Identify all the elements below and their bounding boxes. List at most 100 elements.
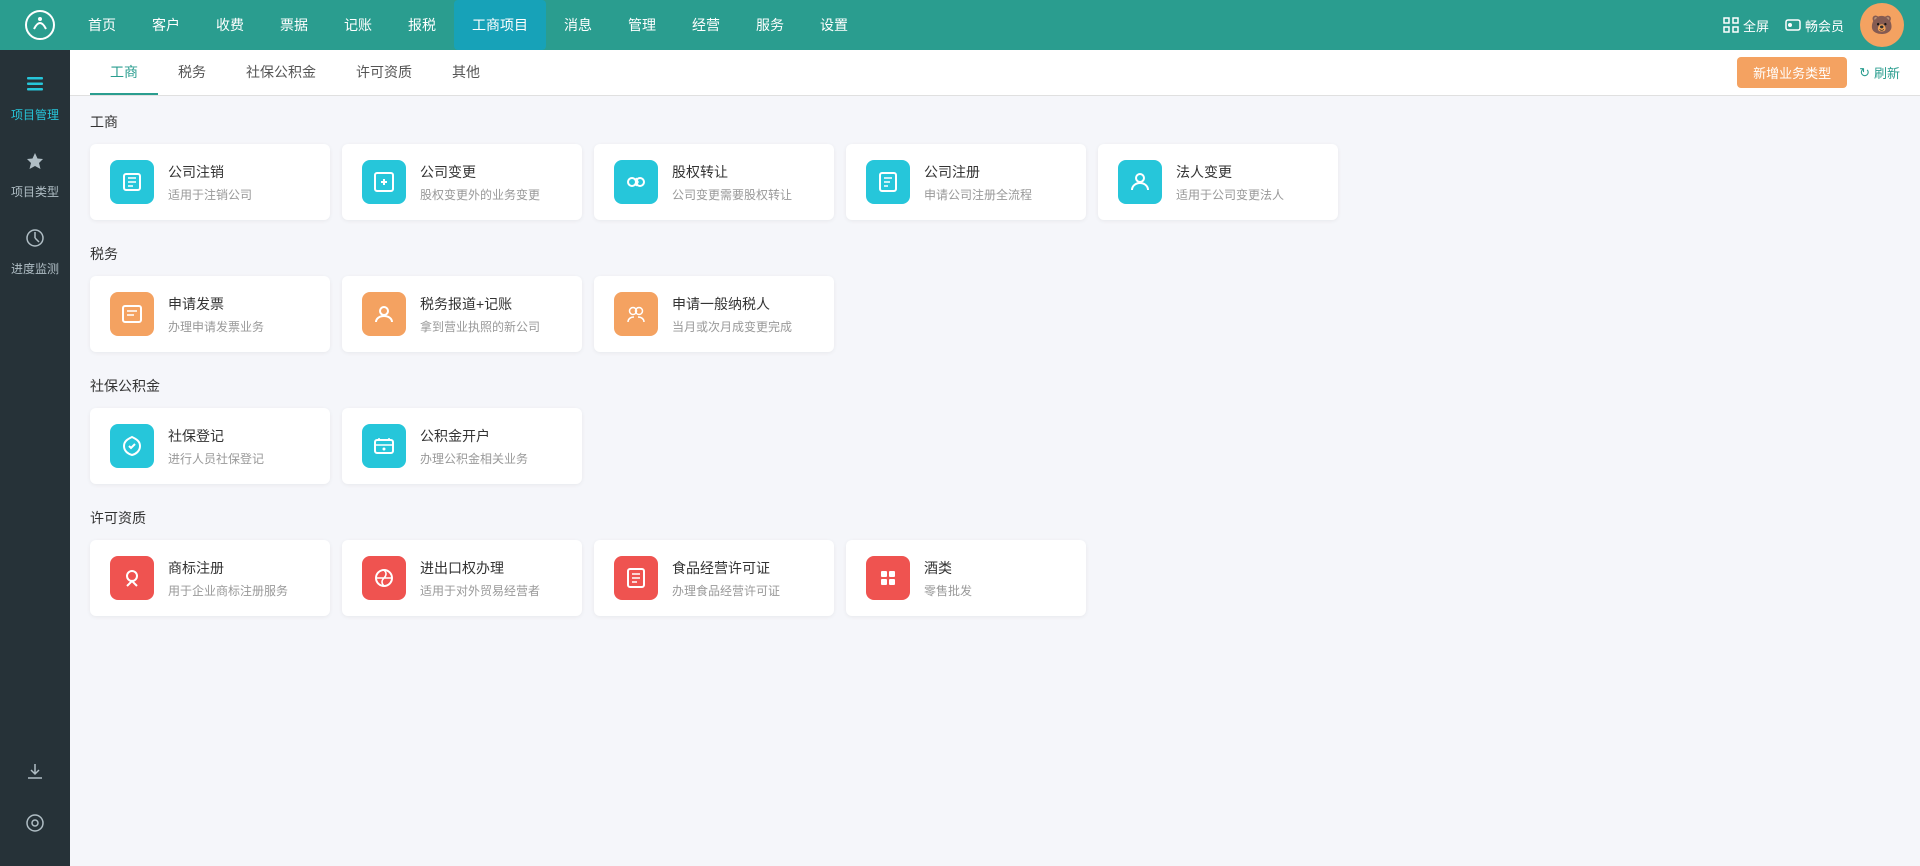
logo <box>10 0 70 50</box>
card-icon-provident-fund <box>362 424 406 468</box>
sidebar-bottom <box>0 748 70 866</box>
card-title-company-register: 公司注册 <box>924 162 1032 182</box>
refresh-icon: ↻ <box>1859 65 1870 81</box>
nav-client[interactable]: 客户 <box>134 0 198 50</box>
card-trademark[interactable]: 商标注册 用于企业商标注册服务 <box>90 540 330 616</box>
card-import-export[interactable]: 进出口权办理 适用于对外贸易经营者 <box>342 540 582 616</box>
card-title-social-insurance: 社保登记 <box>168 426 264 446</box>
card-info-tax-report: 税务报道+记账 拿到营业执照的新公司 <box>420 294 540 335</box>
mascot-avatar: 🐻 <box>1860 3 1904 47</box>
card-desc-company-cancel: 适用于注销公司 <box>168 186 252 203</box>
card-general-taxpayer[interactable]: 申请一般纳税人 当月或次月成变更完成 <box>594 276 834 352</box>
section-title-shuiwu: 税务 <box>90 244 1900 264</box>
card-desc-legal-change: 适用于公司变更法人 <box>1176 186 1284 203</box>
card-desc-provident-fund: 办理公积金相关业务 <box>420 450 528 467</box>
card-title-apply-invoice: 申请发票 <box>168 294 264 314</box>
card-info-company-cancel: 公司注销 适用于注销公司 <box>168 162 252 203</box>
member-button[interactable]: 畅会员 <box>1785 16 1844 35</box>
progress-icon <box>25 228 45 254</box>
nav-invoice[interactable]: 票据 <box>262 0 326 50</box>
list-icon <box>25 74 45 100</box>
nav-home[interactable]: 首页 <box>70 0 134 50</box>
card-social-insurance[interactable]: 社保登记 进行人员社保登记 <box>90 408 330 484</box>
section-gongshang: 工商 公司注销 适用于注销公司 <box>90 112 1900 220</box>
card-alcohol[interactable]: 酒类 零售批发 <box>846 540 1086 616</box>
card-legal-change[interactable]: 法人变更 适用于公司变更法人 <box>1098 144 1338 220</box>
card-desc-food-license: 办理食品经营许可证 <box>672 582 780 599</box>
top-navigation: 首页 客户 收费 票据 记账 报税 工商项目 消息 管理 经营 服务 设置 全屏… <box>0 0 1920 50</box>
card-equity-transfer[interactable]: 股权转让 公司变更需要股权转让 <box>594 144 834 220</box>
card-icon-legal-change <box>1118 160 1162 204</box>
nav-service[interactable]: 服务 <box>738 0 802 50</box>
card-icon-equity-transfer <box>614 160 658 204</box>
nav-right-actions: 全屏 畅会员 🐻 <box>1723 3 1904 47</box>
card-title-import-export: 进出口权办理 <box>420 558 540 578</box>
card-info-provident-fund: 公积金开户 办理公积金相关业务 <box>420 426 528 467</box>
card-desc-import-export: 适用于对外贸易经营者 <box>420 582 540 599</box>
card-info-social-insurance: 社保登记 进行人员社保登记 <box>168 426 264 467</box>
card-desc-social-insurance: 进行人员社保登记 <box>168 450 264 467</box>
tab-other[interactable]: 其他 <box>432 50 500 95</box>
section-xuke: 许可资质 商标注册 用于企业商标注册服务 <box>90 508 1900 616</box>
card-company-cancel[interactable]: 公司注销 适用于注销公司 <box>90 144 330 220</box>
card-icon-general-taxpayer <box>614 292 658 336</box>
tab-shebao[interactable]: 社保公积金 <box>226 50 336 95</box>
tab-shuiwu[interactable]: 税务 <box>158 50 226 95</box>
sidebar-help[interactable] <box>0 799 70 850</box>
tab-actions: 新增业务类型 ↻ 刷新 <box>1737 57 1900 88</box>
card-icon-alcohol <box>866 556 910 600</box>
section-shuiwu: 税务 申请发票 办理申请发票业务 <box>90 244 1900 352</box>
tab-xuke[interactable]: 许可资质 <box>336 50 432 95</box>
star-icon <box>25 151 45 177</box>
card-desc-company-register: 申请公司注册全流程 <box>924 186 1032 203</box>
nav-items: 首页 客户 收费 票据 记账 报税 工商项目 消息 管理 经营 服务 设置 <box>70 0 1723 50</box>
tab-bar: 工商 税务 社保公积金 许可资质 其他 新增业务类型 ↻ 刷新 <box>70 50 1920 96</box>
cards-row-gongshang: 公司注销 适用于注销公司 公司变更 股权变更外的业务变更 <box>90 144 1900 220</box>
sidebar-download[interactable] <box>0 748 70 799</box>
card-desc-apply-invoice: 办理申请发票业务 <box>168 318 264 335</box>
card-company-change[interactable]: 公司变更 股权变更外的业务变更 <box>342 144 582 220</box>
refresh-button[interactable]: ↻ 刷新 <box>1859 63 1900 82</box>
download-icon <box>25 762 45 785</box>
card-tax-report[interactable]: 税务报道+记账 拿到营业执照的新公司 <box>342 276 582 352</box>
nav-manage[interactable]: 管理 <box>610 0 674 50</box>
card-info-company-change: 公司变更 股权变更外的业务变更 <box>420 162 540 203</box>
cards-row-shebao: 社保登记 进行人员社保登记 公积金开户 办理公积金相关业务 <box>90 408 1900 484</box>
card-apply-invoice[interactable]: 申请发票 办理申请发票业务 <box>90 276 330 352</box>
tab-gongshang[interactable]: 工商 <box>90 50 158 95</box>
card-title-company-change: 公司变更 <box>420 162 540 182</box>
nav-message[interactable]: 消息 <box>546 0 610 50</box>
card-icon-company-cancel <box>110 160 154 204</box>
card-desc-alcohol: 零售批发 <box>924 582 972 599</box>
nav-fee[interactable]: 收费 <box>198 0 262 50</box>
card-info-alcohol: 酒类 零售批发 <box>924 558 972 599</box>
card-provident-fund[interactable]: 公积金开户 办理公积金相关业务 <box>342 408 582 484</box>
nav-settings[interactable]: 设置 <box>802 0 866 50</box>
sidebar-label-project-manage: 项目管理 <box>11 106 59 123</box>
card-food-license[interactable]: 食品经营许可证 办理食品经营许可证 <box>594 540 834 616</box>
sidebar-item-project-manage[interactable]: 项目管理 <box>0 60 70 137</box>
card-company-register[interactable]: 公司注册 申请公司注册全流程 <box>846 144 1086 220</box>
sidebar-label-progress: 进度监测 <box>11 260 59 277</box>
nav-accounting[interactable]: 记账 <box>326 0 390 50</box>
main-layout: 项目管理 项目类型 进度监测 <box>0 50 1920 866</box>
card-info-general-taxpayer: 申请一般纳税人 当月或次月成变更完成 <box>672 294 792 335</box>
card-info-import-export: 进出口权办理 适用于对外贸易经营者 <box>420 558 540 599</box>
sidebar-item-progress[interactable]: 进度监测 <box>0 214 70 291</box>
cards-row-shuiwu: 申请发票 办理申请发票业务 税务报道+记账 拿到营业执照的新公司 <box>90 276 1900 352</box>
scroll-content[interactable]: 工商 公司注销 适用于注销公司 <box>70 96 1920 866</box>
nav-tax[interactable]: 报税 <box>390 0 454 50</box>
nav-operation[interactable]: 经营 <box>674 0 738 50</box>
fullscreen-button[interactable]: 全屏 <box>1723 16 1769 35</box>
card-icon-import-export <box>362 556 406 600</box>
sidebar-label-project-type: 项目类型 <box>11 183 59 200</box>
add-business-type-button[interactable]: 新增业务类型 <box>1737 57 1847 88</box>
sidebar-item-project-type[interactable]: 项目类型 <box>0 137 70 214</box>
nav-business[interactable]: 工商项目 <box>454 0 546 50</box>
card-icon-tax-report <box>362 292 406 336</box>
card-title-provident-fund: 公积金开户 <box>420 426 528 446</box>
section-title-xuke: 许可资质 <box>90 508 1900 528</box>
tabs: 工商 税务 社保公积金 许可资质 其他 <box>90 50 500 95</box>
section-shebao: 社保公积金 社保登记 进行人员社保登记 <box>90 376 1900 484</box>
card-info-trademark: 商标注册 用于企业商标注册服务 <box>168 558 288 599</box>
